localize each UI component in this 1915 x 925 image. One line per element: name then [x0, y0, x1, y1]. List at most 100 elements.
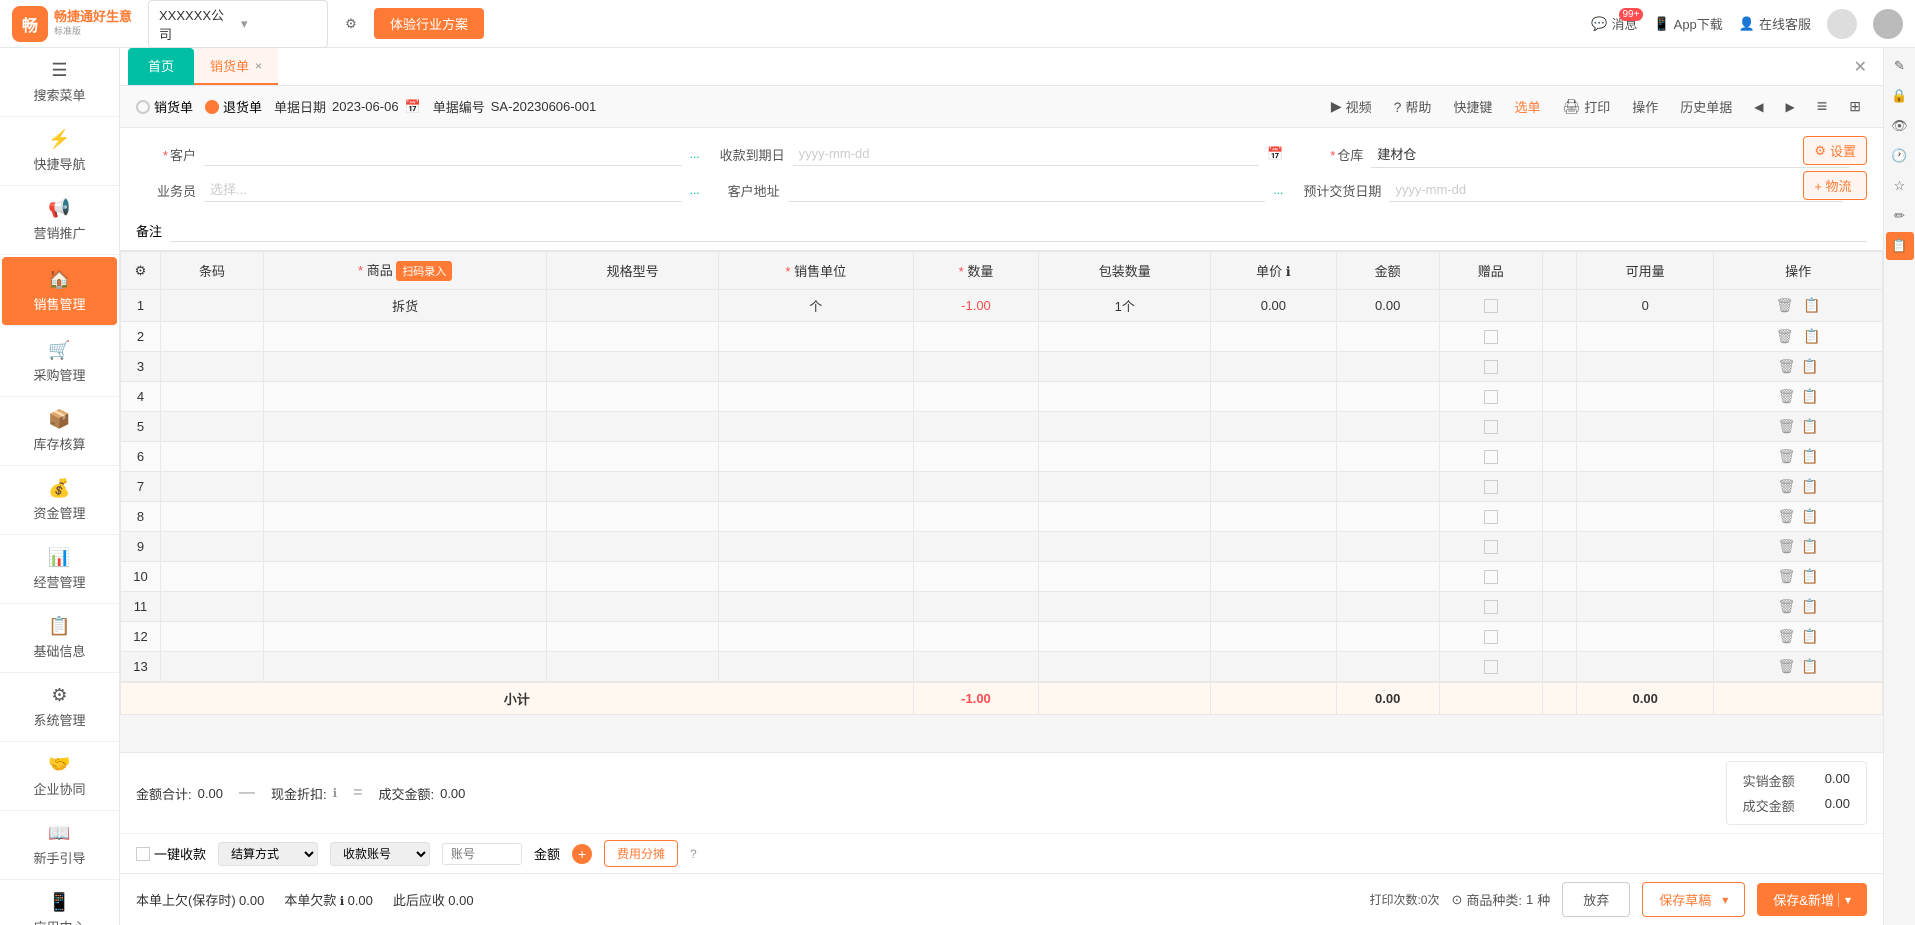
expected-delivery-input[interactable] — [1389, 178, 1842, 202]
fee-split-btn[interactable]: 费用分摊 — [604, 840, 678, 867]
cell-product[interactable] — [264, 382, 547, 412]
cell-unit[interactable] — [718, 652, 913, 683]
save-draft-arrow[interactable]: ▾ — [1715, 893, 1728, 907]
cell-unit[interactable] — [718, 352, 913, 382]
cell-qty[interactable] — [913, 592, 1039, 622]
cell-unit[interactable] — [718, 562, 913, 592]
message-btn[interactable]: 💬 消息 99+ — [1591, 14, 1637, 33]
delete-row-icon[interactable]: 🗑 — [1776, 297, 1794, 313]
cell-qty[interactable] — [913, 652, 1039, 683]
delete-row-icon[interactable]: 🗑 — [1778, 478, 1796, 494]
cell-product[interactable] — [264, 502, 547, 532]
copy-row-icon[interactable]: 📋 — [1801, 658, 1818, 674]
sidebar-item-system[interactable]: ⚙ 系统管理 — [0, 673, 119, 742]
cell-gift[interactable] — [1439, 352, 1542, 382]
cell-barcode[interactable] — [161, 442, 264, 472]
copy-row-icon[interactable]: 📋 — [1801, 418, 1818, 434]
cell-spec[interactable] — [547, 622, 719, 652]
cell-spec[interactable] — [547, 322, 719, 352]
cell-price[interactable] — [1211, 442, 1337, 472]
cell-pkg-qty[interactable] — [1039, 382, 1211, 412]
cell-spec[interactable] — [547, 442, 719, 472]
grid-view-btn[interactable]: ⊞ — [1843, 96, 1867, 117]
cell-unit[interactable] — [718, 322, 913, 352]
print-btn[interactable]: 🖨 打印 — [1556, 95, 1616, 118]
cell-amount[interactable] — [1336, 322, 1439, 352]
customer-ellipsis-btn[interactable]: ... — [690, 147, 700, 161]
cell-product[interactable] — [264, 442, 547, 472]
video-btn[interactable]: ▶ 视频 — [1325, 95, 1378, 118]
cell-product[interactable] — [264, 622, 547, 652]
cell-barcode[interactable] — [161, 502, 264, 532]
select-order-btn[interactable]: 选单 — [1508, 95, 1546, 118]
delete-row-icon[interactable]: 🗑 — [1778, 508, 1796, 524]
cell-barcode[interactable] — [161, 290, 264, 322]
online-service-btn[interactable]: 👤 在线客服 — [1739, 14, 1811, 33]
cell-unit[interactable]: 个 — [718, 290, 913, 322]
cell-gift[interactable] — [1439, 532, 1542, 562]
cell-spec[interactable] — [547, 290, 719, 322]
copy-row-icon[interactable]: 📋 — [1801, 478, 1818, 494]
cell-unit[interactable] — [718, 532, 913, 562]
cell-barcode[interactable] — [161, 322, 264, 352]
customer-input[interactable] — [204, 142, 682, 166]
history-order-btn[interactable]: 历史单据 — [1674, 95, 1738, 118]
cell-qty[interactable] — [913, 442, 1039, 472]
rp-edit-icon[interactable]: ✎ — [1886, 52, 1914, 80]
list-view-btn[interactable]: ≡ — [1811, 94, 1834, 119]
cell-product[interactable] — [264, 352, 547, 382]
cell-gift[interactable] — [1439, 442, 1542, 472]
cell-qty[interactable] — [913, 532, 1039, 562]
cell-product[interactable] — [264, 562, 547, 592]
cell-price[interactable] — [1211, 352, 1337, 382]
cell-pkg-qty[interactable] — [1039, 622, 1211, 652]
copy-row-icon[interactable]: 📋 — [1801, 538, 1818, 554]
logistics-btn[interactable]: + 物流 — [1803, 171, 1867, 200]
delete-row-icon[interactable]: 🗑 — [1778, 448, 1796, 464]
cell-spec[interactable] — [547, 562, 719, 592]
cell-price[interactable] — [1211, 322, 1337, 352]
cell-amount[interactable] — [1336, 592, 1439, 622]
cell-gift[interactable] — [1439, 562, 1542, 592]
copy-row-icon[interactable]: 📋 — [1801, 508, 1818, 524]
cell-pkg-qty[interactable] — [1039, 352, 1211, 382]
cell-qty[interactable] — [913, 322, 1039, 352]
delete-row-icon[interactable]: 🗑 — [1778, 658, 1796, 674]
cash-discount-info-icon[interactable]: ℹ — [333, 786, 338, 800]
sidebar-item-sales[interactable]: 🏠 销售管理 — [2, 257, 117, 326]
settings-gear-btn[interactable]: ⚙ — [336, 9, 366, 39]
sidebar-item-basic[interactable]: 📋 基础信息 — [0, 604, 119, 673]
cell-unit[interactable] — [718, 502, 913, 532]
copy-row-icon[interactable]: 📋 — [1801, 388, 1818, 404]
cell-gift[interactable] — [1439, 592, 1542, 622]
cell-price[interactable] — [1211, 592, 1337, 622]
cell-unit[interactable] — [718, 412, 913, 442]
cell-barcode[interactable] — [161, 592, 264, 622]
cell-pkg-qty[interactable] — [1039, 592, 1211, 622]
one-click-payment-checkbox[interactable]: 一键收款 — [136, 844, 206, 863]
sidebar-item-inventory[interactable]: 📦 库存核算 — [0, 397, 119, 466]
cell-barcode[interactable] — [161, 352, 264, 382]
cell-spec[interactable] — [547, 472, 719, 502]
cell-qty[interactable] — [913, 352, 1039, 382]
cell-gift[interactable] — [1439, 382, 1542, 412]
cell-qty[interactable] — [913, 382, 1039, 412]
th-settings[interactable]: ⚙ — [121, 252, 161, 290]
cell-product[interactable] — [264, 472, 547, 502]
cell-product[interactable] — [264, 412, 547, 442]
copy-row-icon[interactable]: 📋 — [1801, 568, 1818, 584]
cell-amount[interactable] — [1336, 442, 1439, 472]
nav-right-btn[interactable]: ▶ — [1780, 98, 1801, 116]
cell-price[interactable] — [1211, 622, 1337, 652]
cell-barcode[interactable] — [161, 472, 264, 502]
save-draft-btn[interactable]: 保存草稿 ▾ — [1642, 882, 1745, 917]
rp-lock-icon[interactable]: 🔒 — [1886, 82, 1914, 110]
cell-pkg-qty[interactable] — [1039, 322, 1211, 352]
customer-addr-ellipsis-btn[interactable]: ... — [1273, 183, 1283, 197]
settlement-method-select[interactable]: 结算方式 — [218, 842, 318, 866]
copy-row-icon[interactable]: 📋 — [1801, 358, 1818, 374]
company-selector[interactable]: XXXXXX公司 ▾ — [148, 0, 328, 48]
cell-spec[interactable] — [547, 352, 719, 382]
cell-amount[interactable] — [1336, 412, 1439, 442]
sidebar-item-guide[interactable]: 📖 新手引导 — [0, 811, 119, 880]
